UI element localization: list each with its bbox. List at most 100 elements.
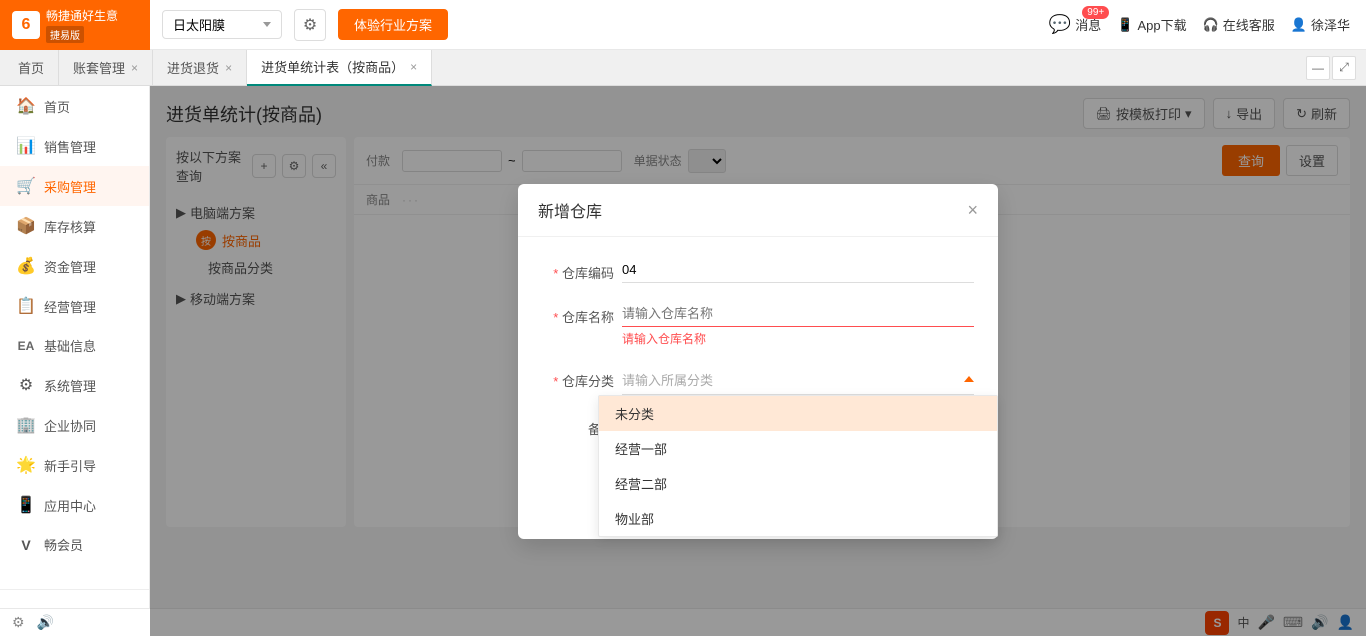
basicinfo-icon: EA xyxy=(16,339,36,353)
sidebar-item-home[interactable]: 🏠 首页 xyxy=(0,86,149,126)
sidebar-basicinfo-label: 基础信息 xyxy=(44,336,96,355)
name-required-star: * xyxy=(553,310,558,325)
dropdown-option-property[interactable]: 物业部 xyxy=(599,501,997,536)
online-service-link[interactable]: 🎧 在线客服 xyxy=(1203,15,1275,34)
tab-stats-close[interactable]: × xyxy=(410,60,417,74)
required-star: * xyxy=(553,266,558,281)
headset-icon: 🎧 xyxy=(1203,17,1219,33)
sidebar-item-purchase[interactable]: 🛒 采购管理 xyxy=(0,166,149,206)
code-control xyxy=(622,257,974,283)
tab-account-close[interactable]: × xyxy=(131,61,138,75)
gear-button[interactable]: ⚙ xyxy=(294,9,326,41)
member-icon: V xyxy=(16,537,36,553)
dropdown-option-dept2[interactable]: 经营二部 xyxy=(599,466,997,501)
sidebar-enterprise-label: 企业协同 xyxy=(44,416,96,435)
bottom-settings-icon[interactable]: ⚙ xyxy=(12,614,25,631)
app-download-label: App下载 xyxy=(1137,15,1186,34)
code-label-text: 仓库编码 xyxy=(562,266,614,281)
finance-icon: 💰 xyxy=(16,256,36,276)
user-icon: 👤 xyxy=(1291,17,1307,33)
form-row-code: * 仓库编码 xyxy=(542,257,974,283)
tab-stats[interactable]: 进货单统计表（按商品） × xyxy=(247,50,432,86)
nav-items: 🏠 首页 📊 销售管理 🛒 采购管理 📦 库存核算 💰 资金管理 📋 经 xyxy=(0,86,149,589)
tab-account-label: 账套管理 xyxy=(73,58,125,77)
tab-return[interactable]: 进货退货 × xyxy=(153,50,247,86)
sidebar-item-member[interactable]: V 畅会员 xyxy=(0,525,149,564)
sidebar-item-operations[interactable]: 📋 经营管理 xyxy=(0,286,149,326)
sidebar-operations-label: 经营管理 xyxy=(44,297,96,316)
trial-button[interactable]: 体验行业方案 xyxy=(338,9,448,40)
message-icon: 💬 xyxy=(1049,14,1071,35)
category-placeholder: 请输入所属分类 xyxy=(622,370,713,389)
sidebar-item-sales[interactable]: 📊 销售管理 xyxy=(0,126,149,166)
overlay[interactable]: 新增仓库 × * 仓库编码 xyxy=(150,86,1366,636)
dropdown-option-dept1[interactable]: 经营一部 xyxy=(599,431,997,466)
left-nav: 🏠 首页 📊 销售管理 🛒 采购管理 📦 库存核算 💰 资金管理 📋 经 xyxy=(0,86,150,636)
sales-icon: 📊 xyxy=(16,136,36,156)
logo-badge: 捷易版 xyxy=(46,26,84,43)
tab-minimize-btn[interactable]: — xyxy=(1306,56,1330,80)
app-download-link[interactable]: 📱 App下载 xyxy=(1117,15,1186,34)
tab-return-close[interactable]: × xyxy=(225,61,232,75)
form-row-category: * 仓库分类 请输入所属分类 xyxy=(542,365,974,395)
header-right: 💬 消息 99+ 📱 App下载 🎧 在线客服 👤 徐泽华 xyxy=(1049,14,1350,35)
code-label: * 仓库编码 xyxy=(542,257,622,282)
sidebar-item-guide[interactable]: 🌟 新手引导 xyxy=(0,445,149,485)
sidebar-member-label: 畅会员 xyxy=(44,535,83,554)
guide-icon: 🌟 xyxy=(16,455,36,475)
tab-return-label: 进货退货 xyxy=(167,58,219,77)
name-error-msg: 请输入仓库名称 xyxy=(622,330,974,347)
form-row-name: * 仓库名称 请输入仓库名称 xyxy=(542,301,974,347)
name-control: 请输入仓库名称 xyxy=(622,301,974,347)
dialog-title: 新增仓库 xyxy=(538,198,602,222)
name-input[interactable] xyxy=(622,301,974,327)
online-service-label: 在线客服 xyxy=(1223,15,1275,34)
chevron-down-icon xyxy=(263,22,271,27)
logo-icon: 6 xyxy=(12,11,40,39)
tab-bar: 首页 账套管理 × 进货退货 × 进货单统计表（按商品） × — ⤢ xyxy=(0,50,1366,86)
sidebar-item-finance[interactable]: 💰 资金管理 xyxy=(0,246,149,286)
logo-area: 6 畅捷通好生意 捷易版 xyxy=(0,0,150,50)
dropdown-option-uncategorized[interactable]: 未分类 xyxy=(599,396,997,431)
sidebar-apps-label: 应用中心 xyxy=(44,496,96,515)
bottom-sound-icon[interactable]: 🔊 xyxy=(37,614,54,631)
tab-stats-label: 进货单统计表（按商品） xyxy=(261,57,404,76)
dialog-close-btn[interactable]: × xyxy=(967,201,978,219)
enterprise-icon: 🏢 xyxy=(16,415,36,435)
category-required-star: * xyxy=(553,374,558,389)
sidebar-item-basicinfo[interactable]: EA 基础信息 xyxy=(0,326,149,365)
sidebar-item-system[interactable]: ⚙ 系统管理 xyxy=(0,365,149,405)
apps-icon: 📱 xyxy=(16,495,36,515)
dropdown-toggle-btn[interactable] xyxy=(964,376,974,382)
phone-icon: 📱 xyxy=(1117,17,1133,33)
logo-text: 畅捷通好生意 捷易版 xyxy=(46,7,118,43)
dropdown-arrow-up-icon xyxy=(964,376,974,382)
notification-area[interactable]: 💬 消息 99+ xyxy=(1049,14,1101,35)
tab-home[interactable]: 首页 xyxy=(4,50,59,86)
sidebar-sales-label: 销售管理 xyxy=(44,137,96,156)
sidebar-item-inventory[interactable]: 📦 库存核算 xyxy=(0,206,149,246)
sidebar-purchase-label: 采购管理 xyxy=(44,177,96,196)
category-selector[interactable]: 请输入所属分类 xyxy=(622,365,974,395)
sidebar-item-apps[interactable]: 📱 应用中心 xyxy=(0,485,149,525)
code-input[interactable] xyxy=(622,257,974,283)
category-label-text: 仓库分类 xyxy=(562,374,614,389)
sidebar-home-label: 首页 xyxy=(44,97,70,116)
sidebar-item-enterprise[interactable]: 🏢 企业协同 xyxy=(0,405,149,445)
category-control: 请输入所属分类 未分类 经营一部 经营二部 物业部 xyxy=(622,365,974,395)
store-name: 日太阳膜 xyxy=(173,15,259,34)
tab-home-label: 首页 xyxy=(18,58,44,77)
dialog-header: 新增仓库 × xyxy=(518,184,998,237)
content-area: 进货单统计(按商品) 🖨 按模板打印 ▾ ↓ 导出 ↻ 刷新 xyxy=(150,86,1366,636)
tab-actions: — ⤢ xyxy=(1300,56,1362,80)
name-label: * 仓库名称 xyxy=(542,301,622,326)
notif-badge: 99+ xyxy=(1082,6,1109,19)
tab-expand-btn[interactable]: ⤢ xyxy=(1332,56,1356,80)
category-label: * 仓库分类 xyxy=(542,365,622,390)
top-header: 6 畅捷通好生意 捷易版 日太阳膜 ⚙ 体验行业方案 💬 消息 99+ 📱 Ap… xyxy=(0,0,1366,50)
user-area[interactable]: 👤 徐泽华 xyxy=(1291,15,1350,34)
tab-account[interactable]: 账套管理 × xyxy=(59,50,153,86)
store-selector[interactable]: 日太阳膜 xyxy=(162,10,282,39)
main-layout: 🏠 首页 📊 销售管理 🛒 采购管理 📦 库存核算 💰 资金管理 📋 经 xyxy=(0,86,1366,636)
dialog-body: * 仓库编码 * 仓库名称 xyxy=(518,237,998,473)
